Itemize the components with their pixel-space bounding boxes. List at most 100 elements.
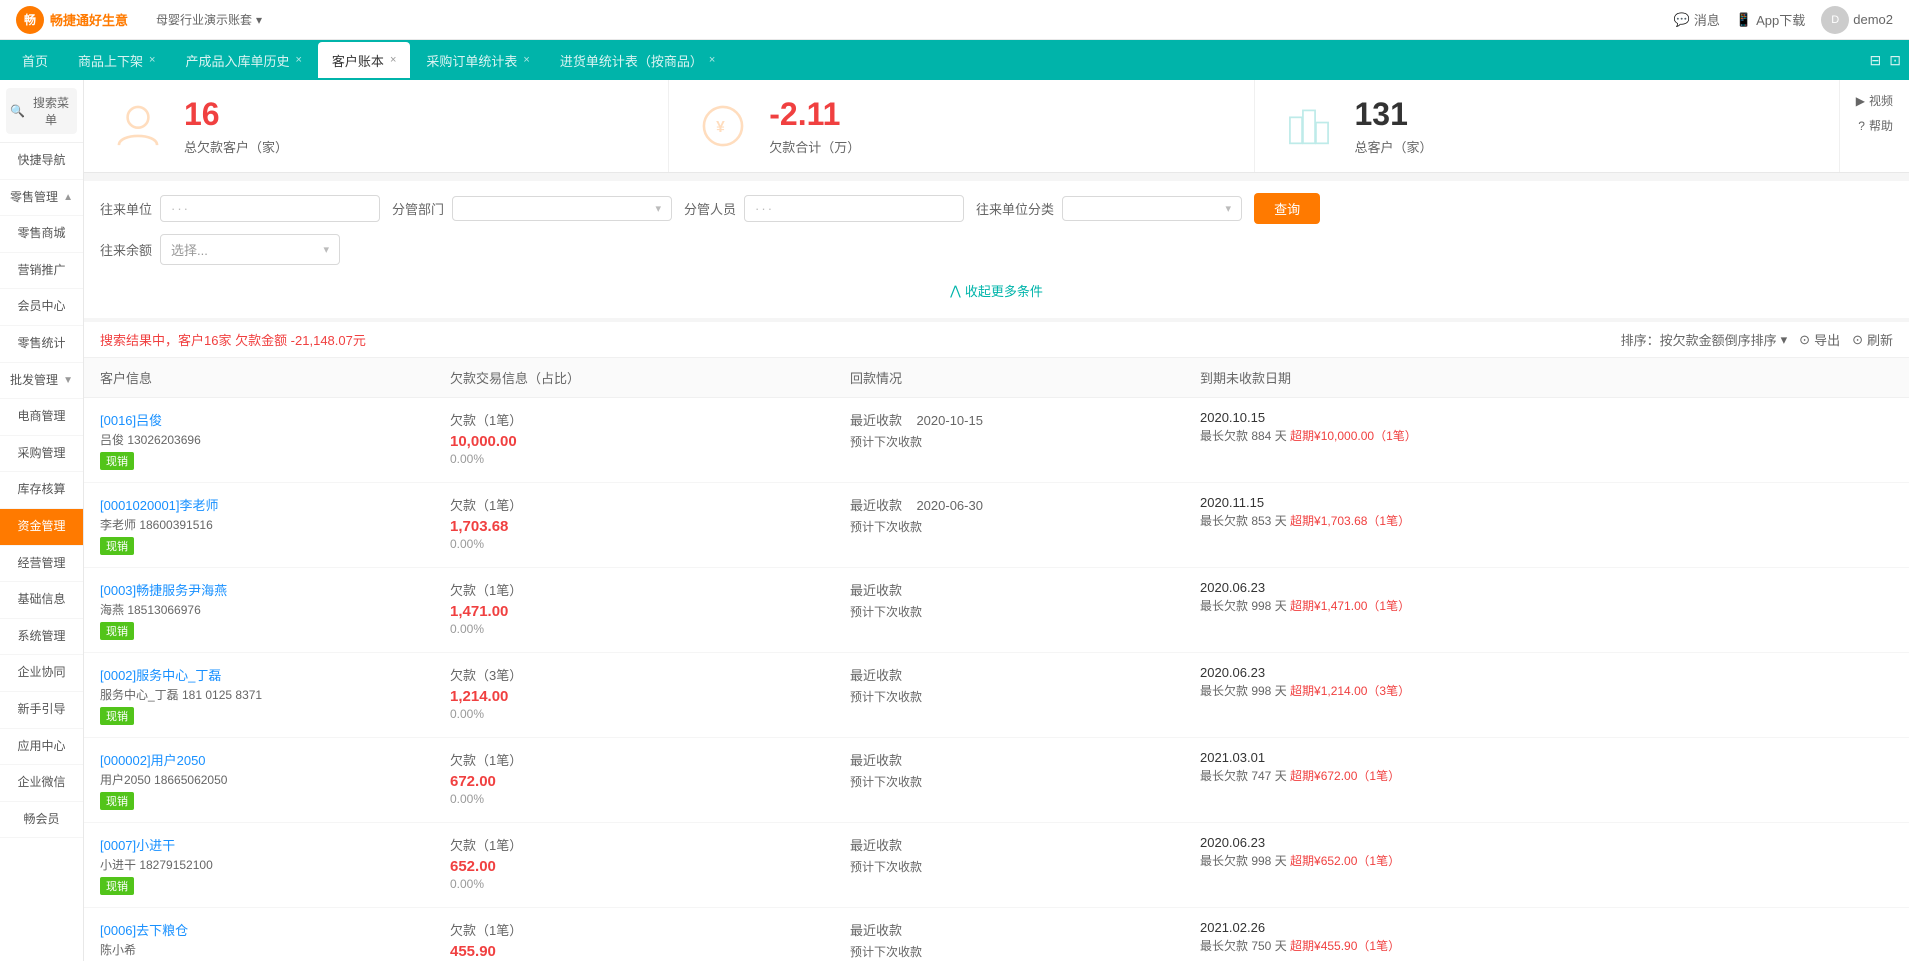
customer-info-6: [0007]小进干 小进干 18279152100 现销 [100, 835, 450, 895]
person-input[interactable]: ··· [744, 195, 964, 222]
query-btn[interactable]: 查询 [1254, 193, 1320, 224]
tab-production[interactable]: 产成品入库单历史 × [171, 42, 315, 78]
customer-detail-2: 李老师 18600391516 [100, 516, 450, 533]
user-profile[interactable]: D demo2 [1821, 6, 1893, 34]
tab-stock[interactable]: 进货单统计表（按商品） × [546, 42, 729, 78]
sidebar-item-retail-mgmt[interactable]: 零售管理 ▲ [0, 180, 83, 217]
app-download-btn[interactable]: 📱 App下载 [1736, 10, 1805, 29]
tab-production-close[interactable]: × [295, 54, 301, 66]
customer-tag-3: 现销 [100, 622, 134, 640]
table-row: [000002]用户2050 用户2050 18665062050 现销 欠款（… [84, 738, 1909, 823]
customer-name-6[interactable]: [0007]小进干 [100, 835, 450, 854]
sidebar-item-retail-store[interactable]: 零售商城 [0, 216, 83, 253]
search-menu-btn[interactable]: 🔍 搜索菜单 [6, 88, 77, 134]
minimize-icon[interactable]: ⊟ [1870, 52, 1882, 69]
tab-purchase[interactable]: 采购订单统计表 × [412, 42, 543, 78]
overdue-link-1[interactable]: 超期¥10,000.00（1笔） [1290, 429, 1417, 443]
customer-info-3: [0003]畅捷服务尹海燕 海燕 18513066976 现销 [100, 580, 450, 640]
sort-arrow-icon: ▾ [1781, 332, 1788, 348]
debt-info-2: 欠款（1笔） 1,703.68 0.00% [450, 495, 850, 551]
sidebar-item-enterprise[interactable]: 企业协同 [0, 655, 83, 692]
tab-products-close[interactable]: × [149, 54, 155, 66]
top-bar: 畅 畅捷通好生意 母婴行业演示账套 ▾ 💬 消息 📱 App下载 D demo2 [0, 0, 1909, 40]
recent-label-2: 最近收款 2020-06-30 [850, 495, 1200, 514]
tab-customer[interactable]: 客户账本 × [318, 42, 410, 78]
sidebar-item-marketing[interactable]: 营销推广 [0, 253, 83, 290]
dept-select[interactable]: ▾ [452, 196, 672, 221]
sort-select[interactable]: 排序：按欠款金额倒序排序 ▾ [1621, 330, 1788, 349]
sidebar-item-ecom[interactable]: 电商管理 [0, 399, 83, 436]
overdue-info-6: 最长欠款 998 天 超期¥652.00（1笔） [1200, 852, 1893, 869]
refresh-btn[interactable]: ⊙ 刷新 [1852, 330, 1893, 349]
overdue-link-4[interactable]: 超期¥1,214.00（3笔） [1290, 684, 1410, 698]
maximize-icon[interactable]: ⊡ [1889, 52, 1901, 69]
tab-products[interactable]: 商品上下架 × [64, 42, 169, 78]
help-label: 帮助 [1869, 117, 1893, 134]
content-area: 16 总欠款客户（家） ¥ -2.11 欠款合计（万） [84, 80, 1909, 961]
capital-label: 资金管理 [6, 519, 77, 535]
customer-name-2[interactable]: [0001020001]李老师 [100, 495, 450, 514]
overdue-date-2: 2020.11.15 [1200, 495, 1893, 510]
sidebar-item-ops[interactable]: 经营管理 [0, 546, 83, 583]
col-customer-info: 客户信息 [100, 368, 450, 387]
customer-name-4[interactable]: [0002]服务中心_丁磊 [100, 665, 450, 684]
overdue-link-6[interactable]: 超期¥652.00（1笔） [1290, 854, 1400, 868]
store-name: 母婴行业演示账套 [156, 11, 252, 28]
sidebar-item-capital[interactable]: 资金管理 [0, 509, 83, 546]
overdue-link-5[interactable]: 超期¥672.00（1笔） [1290, 769, 1400, 783]
sidebar: 🔍 搜索菜单 快捷导航 零售管理 ▲ 零售商城 营销推广 会员中心 零售统计 批… [0, 80, 84, 961]
sidebar-item-wechat[interactable]: 企业微信 [0, 765, 83, 802]
sidebar-item-member[interactable]: 会员中心 [0, 289, 83, 326]
debt-info-6: 欠款（1笔） 652.00 0.00% [450, 835, 850, 891]
from-unit-dots: ··· [171, 201, 190, 216]
tab-customer-close[interactable]: × [390, 54, 396, 66]
balance-select[interactable]: 选择... ▾ [160, 234, 340, 265]
system-label: 系统管理 [6, 629, 77, 645]
sidebar-item-retail-stats[interactable]: 零售统计 [0, 326, 83, 363]
sidebar-item-app-center[interactable]: 应用中心 [0, 729, 83, 766]
sidebar-item-inventory[interactable]: 库存核算 [0, 472, 83, 509]
sidebar-item-guide[interactable]: 新手引导 [0, 692, 83, 729]
sidebar-item-system[interactable]: 系统管理 [0, 619, 83, 656]
sidebar-item-quick-nav[interactable]: 快捷导航 [0, 143, 83, 180]
customer-name-3[interactable]: [0003]畅捷服务尹海燕 [100, 580, 450, 599]
export-btn[interactable]: ⊙ 导出 [1799, 330, 1840, 349]
overdue-link-7[interactable]: 超期¥455.90（1笔） [1290, 939, 1400, 953]
nav-tabs-right: ⊟ ⊡ [1870, 52, 1901, 69]
sidebar-item-vip[interactable]: 畅会员 [0, 802, 83, 839]
tab-home[interactable]: 首页 [8, 42, 62, 78]
overdue-date-7: 2021.02.26 [1200, 920, 1893, 935]
sidebar-item-base[interactable]: 基础信息 [0, 582, 83, 619]
dept-label: 分管部门 [392, 199, 444, 218]
message-icon: 💬 [1674, 12, 1690, 28]
from-unit-input[interactable]: ··· [160, 195, 380, 222]
dept-arrow-icon: ▾ [656, 202, 662, 215]
debt-amount-4: 1,214.00 [450, 688, 850, 705]
category-select[interactable]: ▾ [1062, 196, 1242, 221]
tab-stock-close[interactable]: × [709, 54, 715, 66]
logo-area: 畅 畅捷通好生意 [16, 6, 128, 34]
help-btn[interactable]: ? 帮助 [1858, 117, 1893, 134]
table-row: [0001020001]李老师 李老师 18600391516 现销 欠款（1笔… [84, 483, 1909, 568]
tab-purchase-label: 采购订单统计表 [426, 51, 517, 70]
overdue-link-2[interactable]: 超期¥1,703.68（1笔） [1290, 514, 1410, 528]
filter-row-1: 往来单位 ··· 分管部门 ▾ 分管人员 ··· [100, 193, 1893, 224]
recent-label-4: 最近收款 [850, 665, 1200, 684]
customer-name-7[interactable]: [0006]去下粮仓 [100, 920, 450, 939]
stat-card-total-customers: 131 总客户（家） [1255, 80, 1840, 172]
debt-count-4: 欠款（3笔） [450, 665, 850, 684]
message-btn[interactable]: 💬 消息 [1674, 10, 1720, 29]
top-bar-left: 畅 畅捷通好生意 母婴行业演示账套 ▾ [16, 6, 262, 34]
filter-row-2: 往来余额 选择... ▾ [100, 234, 1893, 265]
customer-name-1[interactable]: [0016]吕俊 [100, 410, 450, 429]
sidebar-item-batch-mgmt[interactable]: 批发管理 ▼ [0, 363, 83, 400]
tab-purchase-close[interactable]: × [523, 54, 529, 66]
sidebar-item-purchase-mgmt[interactable]: 采购管理 [0, 436, 83, 473]
help-icon: ? [1858, 119, 1865, 133]
overdue-link-3[interactable]: 超期¥1,471.00（1笔） [1290, 599, 1410, 613]
store-selector[interactable]: 母婴行业演示账套 ▾ [156, 11, 262, 28]
message-label: 消息 [1694, 10, 1720, 29]
video-btn[interactable]: ▶ 视频 [1856, 92, 1893, 109]
collapse-btn[interactable]: ⋀ 收起更多条件 [100, 275, 1893, 306]
customer-name-5[interactable]: [000002]用户2050 [100, 750, 450, 769]
